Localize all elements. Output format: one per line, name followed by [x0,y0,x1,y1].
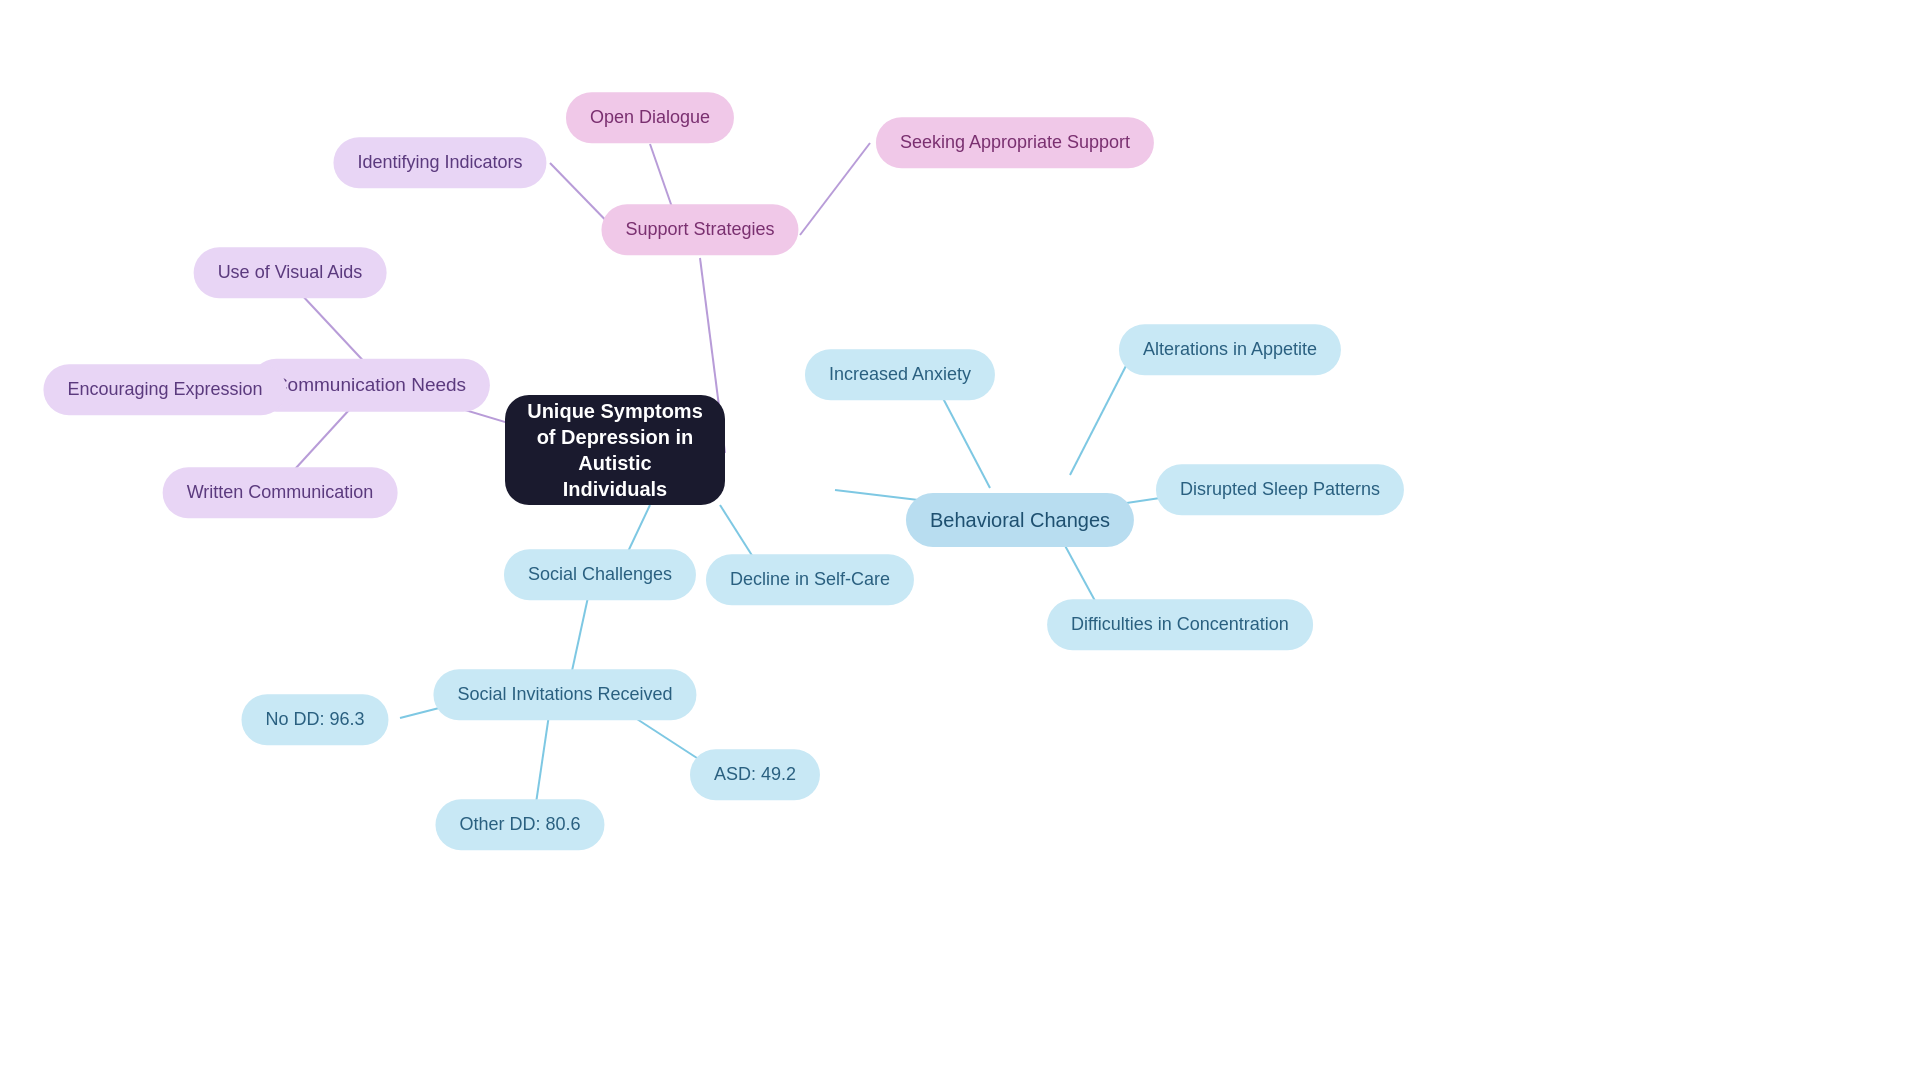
encouraging-expression-node: Encouraging Expression [43,364,286,415]
open-dialogue-node: Open Dialogue [566,92,734,143]
svg-line-2 [800,143,870,235]
svg-line-10 [1070,358,1130,475]
asd-node: ASD: 49.2 [690,749,820,800]
written-communication-node: Written Communication [163,467,398,518]
identifying-indicators-node: Identifying Indicators [333,137,546,188]
behavioral-changes-node: Behavioral Changes [906,493,1134,547]
support-strategies-node: Support Strategies [601,204,798,255]
disrupted-sleep-node: Disrupted Sleep Patterns [1156,464,1404,515]
other-dd-node: Other DD: 80.6 [435,799,604,850]
use-of-visual-aids-node: Use of Visual Aids [194,247,387,298]
seeking-support-node: Seeking Appropriate Support [876,117,1154,168]
social-invitations-node: Social Invitations Received [433,669,696,720]
svg-line-5 [300,293,370,368]
no-dd-node: No DD: 96.3 [241,694,388,745]
alterations-appetite-node: Alterations in Appetite [1119,324,1341,375]
social-challenges-node: Social Challenges [504,549,696,600]
difficulties-concentration-node: Difficulties in Concentration [1047,599,1313,650]
svg-line-15 [570,588,590,680]
svg-line-18 [535,708,550,810]
increased-anxiety-node: Increased Anxiety [805,349,995,400]
decline-self-care-node: Decline in Self-Care [706,554,914,605]
center-node: Unique Symptoms of Depression in Autisti… [505,395,725,505]
